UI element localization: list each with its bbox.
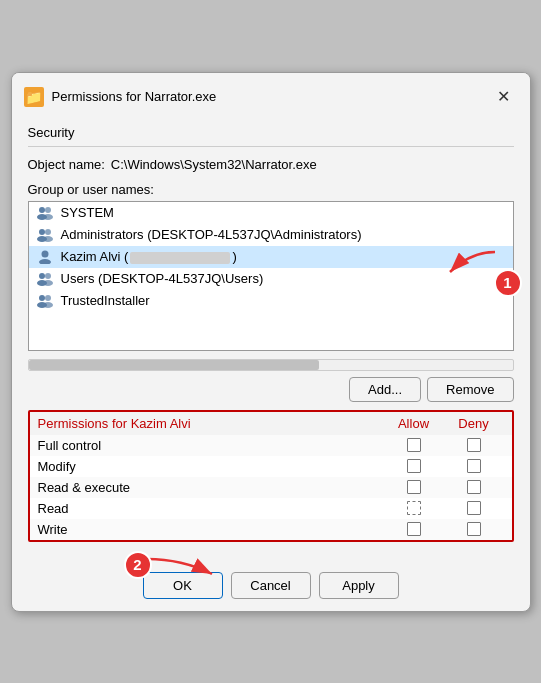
svg-point-9: [39, 259, 51, 264]
list-item[interactable]: SYSTEM: [29, 202, 513, 224]
group-icon: [35, 271, 55, 287]
allow-checkbox-modify[interactable]: [407, 459, 421, 473]
list-item-selected[interactable]: Kazim Alvi (): [29, 246, 513, 268]
list-item[interactable]: Administrators (DESKTOP-4L537JQ\Administ…: [29, 224, 513, 246]
add-button[interactable]: Add...: [349, 377, 421, 402]
group-section-label: Group or user names:: [28, 182, 514, 197]
group-icon: [35, 227, 55, 243]
blurred-text: [130, 252, 230, 264]
svg-point-4: [39, 229, 45, 235]
allow-checkbox-write[interactable]: [407, 522, 421, 536]
deny-checkbox-read[interactable]: [467, 501, 481, 515]
apply-button[interactable]: Apply: [319, 572, 399, 599]
user-name-text: SYSTEM: [61, 205, 114, 220]
badge-1: 1: [494, 269, 522, 297]
user-icon: [35, 249, 55, 265]
object-name-row: Object name: C:\Windows\System32\Narrato…: [28, 157, 514, 172]
svg-point-17: [43, 302, 53, 308]
user-name-text: Users (DESKTOP-4L537JQ\Users): [61, 271, 264, 286]
deny-column-header: Deny: [444, 416, 504, 431]
footer: 2 OK Cancel Apply: [12, 564, 530, 611]
permissions-dialog: 📁 Permissions for Narrator.exe ✕ Securit…: [11, 72, 531, 612]
list-item[interactable]: Users (DESKTOP-4L537JQ\Users): [29, 268, 513, 290]
svg-point-11: [45, 273, 51, 279]
svg-point-1: [45, 207, 51, 213]
allow-checkbox-full-control[interactable]: [407, 438, 421, 452]
window-title: Permissions for Narrator.exe: [52, 89, 490, 104]
deny-checkbox-read-execute[interactable]: [467, 480, 481, 494]
user-list-container: SYSTEM Administrators (DESKTOP-4L537JQ\A…: [28, 201, 514, 351]
allow-checkbox-read[interactable]: [407, 501, 421, 515]
security-tab-label: Security: [28, 125, 514, 147]
ok-button[interactable]: OK: [143, 572, 223, 599]
group-icon: [35, 293, 55, 309]
perm-name: Read: [38, 501, 384, 516]
permission-row-read-execute: Read & execute: [30, 477, 512, 498]
scrollbar-thumb-h: [29, 360, 319, 370]
user-name-text: TrustedInstaller: [61, 293, 150, 308]
object-name-label: Object name:: [28, 157, 105, 172]
perm-name: Read & execute: [38, 480, 384, 495]
list-item[interactable]: TrustedInstaller: [29, 290, 513, 312]
group-icon: [35, 205, 55, 221]
kazim-alvi-text: Kazim Alvi (): [61, 249, 237, 264]
object-name-value: C:\Windows\System32\Narrator.exe: [111, 157, 317, 172]
svg-point-3: [43, 214, 53, 220]
permission-row-read: Read: [30, 498, 512, 519]
svg-point-13: [43, 280, 53, 286]
folder-icon: 📁: [24, 87, 44, 107]
add-remove-buttons: Add... Remove: [28, 377, 514, 402]
user-list[interactable]: SYSTEM Administrators (DESKTOP-4L537JQ\A…: [28, 201, 514, 351]
svg-point-5: [45, 229, 51, 235]
svg-point-14: [39, 295, 45, 301]
deny-checkbox-full-control[interactable]: [467, 438, 481, 452]
allow-checkbox-read-execute[interactable]: [407, 480, 421, 494]
badge-2: 2: [124, 551, 152, 579]
permissions-section: Permissions for Kazim Alvi Allow Deny Fu…: [28, 410, 514, 542]
dialog-body: Security Object name: C:\Windows\System3…: [12, 119, 530, 564]
svg-point-15: [45, 295, 51, 301]
svg-point-8: [41, 250, 48, 257]
allow-column-header: Allow: [384, 416, 444, 431]
svg-point-7: [43, 236, 53, 242]
perm-name: Write: [38, 522, 384, 537]
permission-row-full-control: Full control: [30, 435, 512, 456]
svg-point-10: [39, 273, 45, 279]
permission-row-write: Write: [30, 519, 512, 540]
user-name-text: Administrators (DESKTOP-4L537JQ\Administ…: [61, 227, 362, 242]
deny-checkbox-modify[interactable]: [467, 459, 481, 473]
perm-name: Full control: [38, 438, 384, 453]
svg-point-0: [39, 207, 45, 213]
horizontal-scrollbar[interactable]: [28, 359, 514, 371]
cancel-button[interactable]: Cancel: [231, 572, 311, 599]
remove-button[interactable]: Remove: [427, 377, 513, 402]
permissions-for-label: Permissions for Kazim Alvi: [38, 416, 384, 431]
title-bar: 📁 Permissions for Narrator.exe ✕: [12, 73, 530, 119]
permission-row-modify: Modify: [30, 456, 512, 477]
close-button[interactable]: ✕: [490, 83, 518, 111]
deny-checkbox-write[interactable]: [467, 522, 481, 536]
permissions-header: Permissions for Kazim Alvi Allow Deny: [30, 412, 512, 435]
perm-name: Modify: [38, 459, 384, 474]
